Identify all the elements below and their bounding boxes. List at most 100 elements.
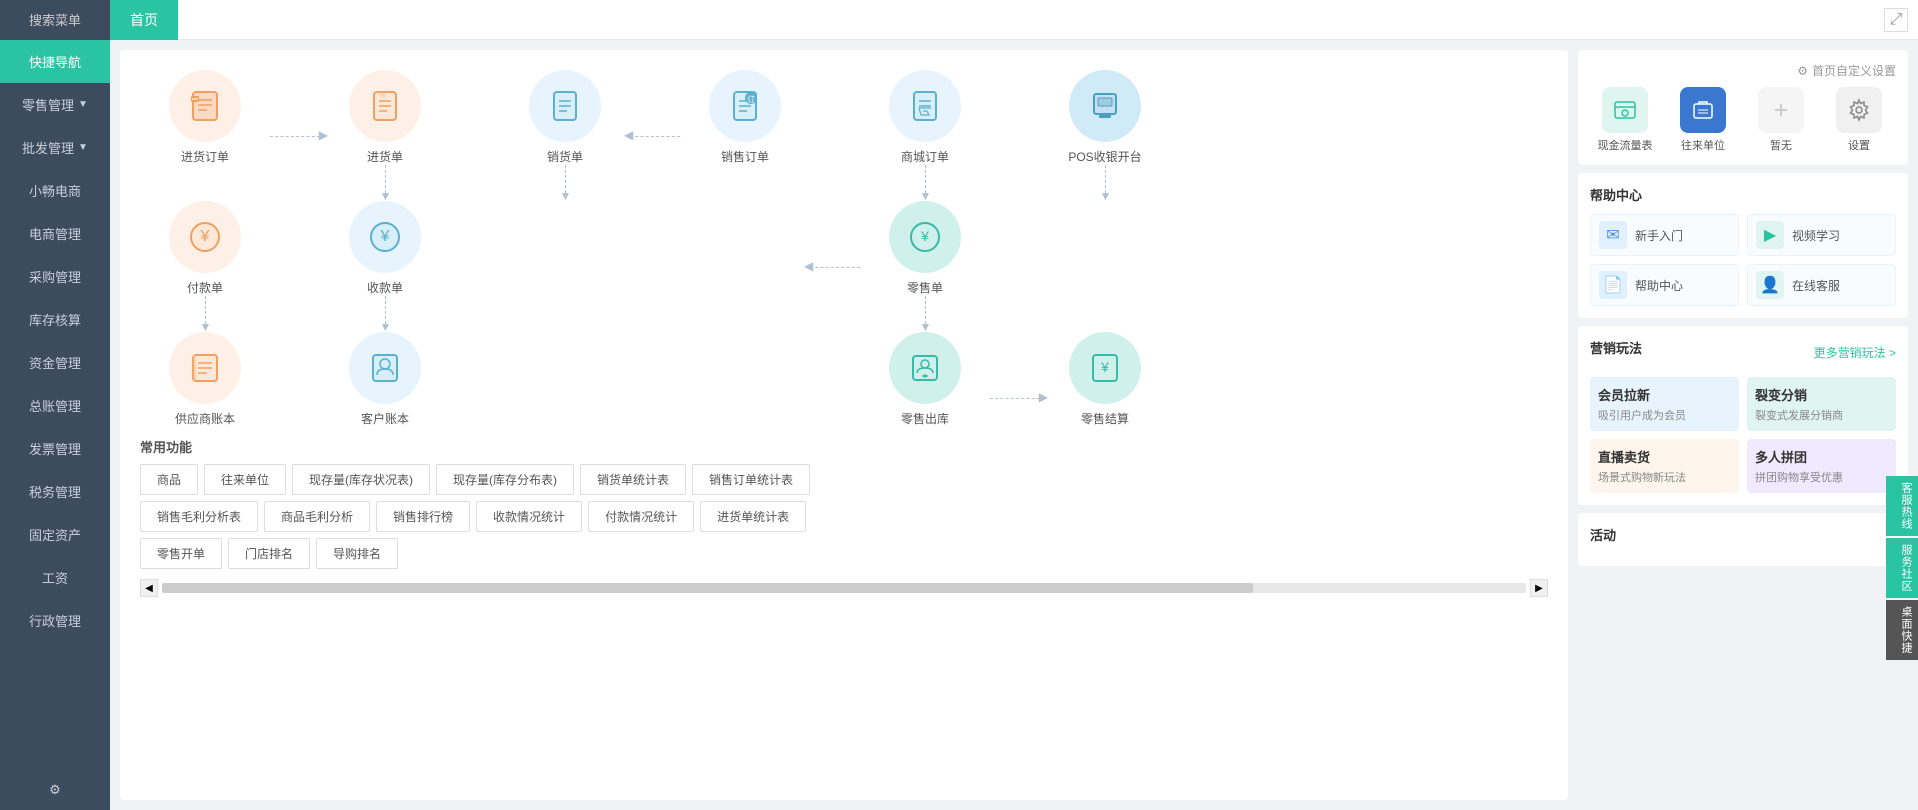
- func-btn-profit2[interactable]: 商品毛利分析: [264, 501, 370, 532]
- scroll-left-btn[interactable]: ◀: [140, 579, 158, 597]
- func-btn-store-rank[interactable]: 门店排名: [228, 538, 310, 569]
- scroll-track[interactable]: [162, 583, 1526, 593]
- sidebar-item-ecom-mgmt[interactable]: 电商管理: [0, 212, 110, 255]
- func-btn-guide-rank[interactable]: 导购排名: [316, 538, 398, 569]
- func-btn-sales-stat[interactable]: 销货单统计表: [580, 464, 686, 495]
- svg-text:¥: ¥: [920, 228, 929, 244]
- help-item-service[interactable]: 👤 在线客服: [1747, 264, 1896, 306]
- marketing-live[interactable]: 直播卖货 场景式购物新玩法: [1590, 439, 1739, 493]
- marketing-member-title: 会员拉新: [1598, 385, 1731, 404]
- sidebar-item-wholesale[interactable]: 批发管理 ▼: [0, 126, 110, 169]
- node-pos-open[interactable]: POS收银开台: [1040, 70, 1170, 165]
- scroll-right-btn[interactable]: ▶: [1530, 579, 1548, 597]
- flow-row-3: 供应商账本 客户账本: [140, 332, 1548, 427]
- func-btn-payment-stat[interactable]: 付款情况统计: [588, 501, 694, 532]
- arrow-icon: ▼: [78, 142, 88, 153]
- sales-order-icon: 订: [709, 70, 781, 142]
- node-sales-bill[interactable]: 销货单: [500, 70, 630, 165]
- quick-icon-cashflow[interactable]: 现金流量表: [1590, 87, 1660, 153]
- marketing-panel: 营销玩法 更多营销玩法 > 会员拉新 吸引用户成为会员 裂变分销 裂变式发展分销…: [1578, 326, 1908, 505]
- units-label: 往来单位: [1681, 137, 1725, 153]
- node-payment[interactable]: ¥ 付款单: [140, 201, 270, 296]
- sidebar-item-retail[interactable]: 零售管理 ▼: [0, 83, 110, 126]
- sidebar-gear-button[interactable]: ⚙: [0, 770, 110, 810]
- node-purchase-order[interactable]: 进货订单: [140, 70, 270, 165]
- quick-icon-none[interactable]: 暂无: [1746, 87, 1816, 153]
- activity-title: 活动: [1590, 525, 1896, 544]
- node-customer-account[interactable]: 客户账本: [320, 332, 450, 427]
- service-label: 在线客服: [1792, 277, 1840, 294]
- sidebar-item-asset[interactable]: 固定资产: [0, 513, 110, 556]
- marketing-group[interactable]: 多人拼团 拼团购物享受优惠: [1747, 439, 1896, 493]
- help-item-help[interactable]: 📄 帮助中心: [1590, 264, 1739, 306]
- func-btn-retail-order[interactable]: 零售开单: [140, 538, 222, 569]
- sidebar-item-invoice[interactable]: 发票管理: [0, 427, 110, 470]
- node-purchase-bill[interactable]: 进货单: [320, 70, 450, 165]
- quick-icon-settings[interactable]: 设置: [1824, 87, 1894, 153]
- func-btn-receipt-stat[interactable]: 收款情况统计: [476, 501, 582, 532]
- sidebar-item-salary[interactable]: 工资: [0, 556, 110, 599]
- func-buttons-2: 销售毛利分析表 商品毛利分析 销售排行榜 收款情况统计 付款情况统计 进货单统计…: [140, 501, 1548, 532]
- func-buttons: 商品 往来单位 现存量(库存状况表) 现存量(库存分布表) 销货单统计表 销售订…: [140, 464, 1548, 495]
- node-receipt[interactable]: ¥ 收款单: [320, 201, 450, 296]
- tab-home[interactable]: 首页: [110, 0, 178, 40]
- sidebar-item-admin[interactable]: 行政管理: [0, 599, 110, 642]
- sidebar-item-finance[interactable]: 资金管理: [0, 341, 110, 384]
- node-retail-settle[interactable]: ¥ 零售结算: [1040, 332, 1170, 427]
- sidebar-item-inventory[interactable]: 库存核算: [0, 298, 110, 341]
- marketing-fission-title: 裂变分销: [1755, 385, 1888, 404]
- help-item-video[interactable]: ▶ 视频学习: [1747, 214, 1896, 256]
- func-btn-units[interactable]: 往来单位: [204, 464, 286, 495]
- marketing-group-desc: 拼团购物享受优惠: [1755, 469, 1888, 485]
- sales-order-label: 销售订单: [721, 148, 769, 165]
- func-btn-stock2[interactable]: 现存量(库存分布表): [436, 464, 574, 495]
- receipt-icon: ¥: [349, 201, 421, 273]
- func-btn-purchase-stat[interactable]: 进货单统计表: [700, 501, 806, 532]
- sidebar-item-tax[interactable]: 税务管理: [0, 470, 110, 513]
- home-settings-link[interactable]: ⚙ 首页自定义设置: [1590, 62, 1896, 79]
- sidebar-item-ledger[interactable]: 总账管理: [0, 384, 110, 427]
- help-item-beginner[interactable]: ✉ 新手入门: [1590, 214, 1739, 256]
- sidebar-item-ecom[interactable]: 小畅电商: [0, 169, 110, 212]
- node-retail-out[interactable]: 零售出库: [860, 332, 990, 427]
- arrow-settle: ▶: [990, 398, 1040, 399]
- marketing-member-desc: 吸引用户成为会员: [1598, 407, 1731, 423]
- sidebar-item-purchase[interactable]: 采购管理: [0, 255, 110, 298]
- mall-order-icon: [889, 70, 961, 142]
- func-btn-goods[interactable]: 商品: [140, 464, 198, 495]
- marketing-member[interactable]: 会员拉新 吸引用户成为会员: [1590, 377, 1739, 431]
- receipt-label: 收款单: [367, 279, 403, 296]
- quick-icon-units[interactable]: 往来单位: [1668, 87, 1738, 153]
- node-sales-order[interactable]: 订 销售订单: [680, 70, 810, 165]
- float-btn-desktop[interactable]: 桌面快捷: [1886, 600, 1918, 660]
- marketing-fission[interactable]: 裂变分销 裂变式发展分销商: [1747, 377, 1896, 431]
- node-supplier-account[interactable]: 供应商账本: [140, 332, 270, 427]
- beginner-icon: ✉: [1599, 221, 1627, 249]
- float-btn-service[interactable]: 客服热线: [1886, 476, 1918, 536]
- top-bar-right: ⤢: [1884, 8, 1918, 32]
- vert-arrow-receipt: ▼: [320, 296, 450, 324]
- vert-arrows-row1: ▼ ▼: [140, 165, 1548, 193]
- top-bar: 搜索菜单 首页 ⤢: [0, 0, 1918, 40]
- func-buttons-3: 零售开单 门店排名 导购排名: [140, 538, 1548, 569]
- quick-nav-wrapper: 进货订单 ▶ 进货单: [110, 40, 1918, 810]
- vert-spacer-11: [630, 296, 680, 324]
- marketing-title: 营销玩法: [1590, 338, 1642, 357]
- activity-panel: 活动: [1578, 513, 1908, 566]
- sidebar-bottom: ⚙: [0, 770, 110, 810]
- sidebar-item-quick-nav[interactable]: 快捷导航: [0, 40, 110, 83]
- fullscreen-button[interactable]: ⤢: [1884, 8, 1908, 32]
- node-retail-bill[interactable]: ¥ 零售单: [860, 201, 990, 296]
- main-layout: 快捷导航 零售管理 ▼ 批发管理 ▼ 小畅电商 电商管理 采购管理 库存核算 资…: [0, 40, 1918, 810]
- arrow-2: ◀: [630, 136, 680, 137]
- float-btn-community[interactable]: 服务社区: [1886, 538, 1918, 598]
- quick-icons-panel: ⚙ 首页自定义设置 现金流量表: [1578, 50, 1908, 165]
- func-btn-stock1[interactable]: 现存量(库存状况表): [292, 464, 430, 495]
- more-marketing-link[interactable]: 更多营销玩法 >: [1814, 344, 1896, 361]
- help-label: 帮助中心: [1635, 277, 1683, 294]
- func-btn-rank[interactable]: 销售排行榜: [376, 501, 470, 532]
- node-mall-order[interactable]: 商城订单: [860, 70, 990, 165]
- func-btn-order-stat[interactable]: 销售订单统计表: [692, 464, 810, 495]
- func-btn-profit1[interactable]: 销售毛利分析表: [140, 501, 258, 532]
- search-menu[interactable]: 搜索菜单: [0, 0, 110, 40]
